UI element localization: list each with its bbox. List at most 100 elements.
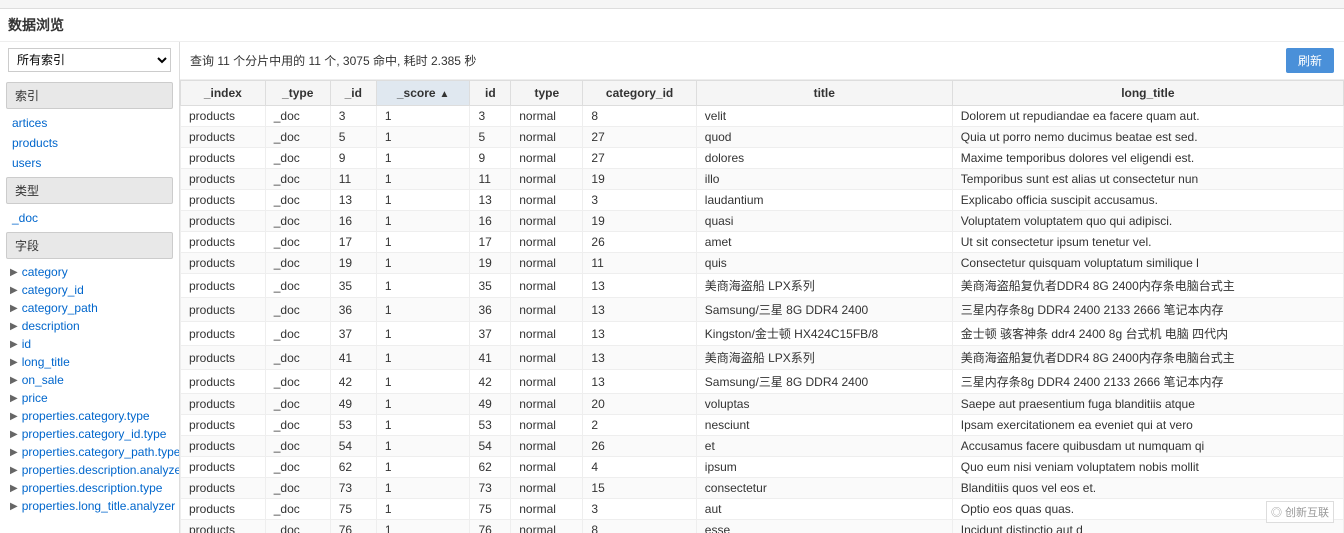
- table-row[interactable]: products_doc36136normal13Samsung/三星 8G D…: [181, 298, 1344, 322]
- table-row[interactable]: products_doc11111normal19illoTemporibus …: [181, 169, 1344, 190]
- table-cell-_index: products: [181, 274, 266, 298]
- table-cell-_id: 53: [330, 415, 376, 436]
- table-cell-_id: 76: [330, 520, 376, 533]
- table-row[interactable]: products_doc13113normal3laudantiumExplic…: [181, 190, 1344, 211]
- table-row[interactable]: products_doc49149normal20voluptasSaepe a…: [181, 394, 1344, 415]
- table-cell-_id: 75: [330, 499, 376, 520]
- table-row[interactable]: products_doc37137normal13Kingston/金士顿 HX…: [181, 322, 1344, 346]
- table-cell-_type: _doc: [265, 211, 330, 232]
- table-row[interactable]: products_doc515normal27quodQuia ut porro…: [181, 127, 1344, 148]
- table-cell-category_id: 3: [583, 190, 696, 211]
- sidebar-field-item[interactable]: ▶properties.category.type: [0, 407, 179, 425]
- sidebar-field-item[interactable]: ▶properties.category_id.type: [0, 425, 179, 443]
- field-arrow-icon: ▶: [10, 483, 18, 494]
- table-cell-category_id: 27: [583, 148, 696, 169]
- table-cell-type: normal: [511, 457, 583, 478]
- table-cell-type: normal: [511, 127, 583, 148]
- table-row[interactable]: products_doc73173normal15consecteturBlan…: [181, 478, 1344, 499]
- table-cell-category_id: 2: [583, 415, 696, 436]
- table-row[interactable]: products_doc17117normal26ametUt sit cons…: [181, 232, 1344, 253]
- table-cell-_type: _doc: [265, 169, 330, 190]
- table-cell-_id: 5: [330, 127, 376, 148]
- table-cell-title: ipsum: [696, 457, 952, 478]
- sidebar-field-item[interactable]: ▶long_title: [0, 353, 179, 371]
- table-row[interactable]: products_doc76176normal8esseIncidunt dis…: [181, 520, 1344, 533]
- sidebar-field-item[interactable]: ▶id: [0, 335, 179, 353]
- table-cell-_score: 1: [376, 298, 470, 322]
- table-cell-type: normal: [511, 346, 583, 370]
- table-cell-id: 42: [470, 370, 511, 394]
- table-cell-_score: 1: [376, 415, 470, 436]
- sidebar-field-item[interactable]: ▶category_path: [0, 299, 179, 317]
- sidebar-index-item[interactable]: artices: [0, 113, 179, 133]
- table-cell-_type: _doc: [265, 394, 330, 415]
- table-cell-long_title: Blanditiis quos vel eos et.: [952, 478, 1343, 499]
- table-cell-title: 美商海盗船 LPX系列: [696, 274, 952, 298]
- table-cell-_score: 1: [376, 322, 470, 346]
- table-cell-id: 3: [470, 106, 511, 127]
- table-cell-long_title: Ipsam exercitationem ea eveniet qui at v…: [952, 415, 1343, 436]
- table-cell-_index: products: [181, 520, 266, 533]
- table-cell-long_title: Quia ut porro nemo ducimus beatae est se…: [952, 127, 1343, 148]
- table-row[interactable]: products_doc919normal27doloresMaxime tem…: [181, 148, 1344, 169]
- table-cell-title: aut: [696, 499, 952, 520]
- table-cell-title: quis: [696, 253, 952, 274]
- table-row[interactable]: products_doc62162normal4ipsumQuo eum nis…: [181, 457, 1344, 478]
- table-row[interactable]: products_doc313normal8velitDolorem ut re…: [181, 106, 1344, 127]
- table-cell-_index: products: [181, 436, 266, 457]
- table-row[interactable]: products_doc54154normal26etAccusamus fac…: [181, 436, 1344, 457]
- sidebar-field-item[interactable]: ▶properties.long_title.analyzer: [0, 497, 179, 515]
- table-header-_index[interactable]: _index: [181, 81, 266, 106]
- sidebar-type-item[interactable]: _doc: [0, 208, 179, 228]
- sidebar-field-item[interactable]: ▶on_sale: [0, 371, 179, 389]
- sidebar-field-item[interactable]: ▶properties.description.analyzer: [0, 461, 179, 479]
- sidebar-field-item[interactable]: ▶properties.category_path.type: [0, 443, 179, 461]
- table-header-type[interactable]: type: [511, 81, 583, 106]
- table-container[interactable]: _index_type_id_score▲idtypecategory_idti…: [180, 80, 1344, 533]
- table-header-row: _index_type_id_score▲idtypecategory_idti…: [181, 81, 1344, 106]
- table-cell-type: normal: [511, 370, 583, 394]
- table-cell-_type: _doc: [265, 415, 330, 436]
- table-cell-_id: 73: [330, 478, 376, 499]
- sidebar-field-item[interactable]: ▶category: [0, 263, 179, 281]
- sidebar-field-item[interactable]: ▶price: [0, 389, 179, 407]
- sidebar-field-item[interactable]: ▶properties.description.type: [0, 479, 179, 497]
- sidebar-index-item[interactable]: users: [0, 153, 179, 173]
- index-select[interactable]: 所有索引: [8, 48, 171, 72]
- table-header-id[interactable]: id: [470, 81, 511, 106]
- table-cell-type: normal: [511, 190, 583, 211]
- table-row[interactable]: products_doc41141normal13美商海盗船 LPX系列美商海盗…: [181, 346, 1344, 370]
- table-header-_score[interactable]: _score▲: [376, 81, 470, 106]
- table-row[interactable]: products_doc53153normal2nesciuntIpsam ex…: [181, 415, 1344, 436]
- table-header-_id[interactable]: _id: [330, 81, 376, 106]
- table-cell-_type: _doc: [265, 274, 330, 298]
- table-cell-_id: 17: [330, 232, 376, 253]
- table-cell-_score: 1: [376, 478, 470, 499]
- table-cell-long_title: Explicabo officia suscipit accusamus.: [952, 190, 1343, 211]
- table-header-title[interactable]: title: [696, 81, 952, 106]
- table-cell-_type: _doc: [265, 148, 330, 169]
- table-cell-_index: products: [181, 298, 266, 322]
- table-row[interactable]: products_doc42142normal13Samsung/三星 8G D…: [181, 370, 1344, 394]
- sidebar-field-item[interactable]: ▶description: [0, 317, 179, 335]
- sort-arrow-icon: ▲: [440, 89, 450, 100]
- refresh-button[interactable]: 刷新: [1286, 48, 1334, 73]
- sidebar-field-item[interactable]: ▶category_id: [0, 281, 179, 299]
- table-cell-_type: _doc: [265, 253, 330, 274]
- table-header-_type[interactable]: _type: [265, 81, 330, 106]
- table-cell-type: normal: [511, 394, 583, 415]
- table-row[interactable]: products_doc16116normal19quasiVoluptatem…: [181, 211, 1344, 232]
- table-cell-_score: 1: [376, 169, 470, 190]
- table-row[interactable]: products_doc75175normal3autOptio eos qua…: [181, 499, 1344, 520]
- table-header-category_id[interactable]: category_id: [583, 81, 696, 106]
- table-cell-id: 54: [470, 436, 511, 457]
- table-row[interactable]: products_doc35135normal13美商海盗船 LPX系列美商海盗…: [181, 274, 1344, 298]
- table-row[interactable]: products_doc19119normal11quisConsectetur…: [181, 253, 1344, 274]
- table-header-long_title[interactable]: long_title: [952, 81, 1343, 106]
- table-cell-category_id: 20: [583, 394, 696, 415]
- table-cell-title: voluptas: [696, 394, 952, 415]
- table-cell-_index: products: [181, 148, 266, 169]
- field-items-container: ▶category▶category_id▶category_path▶desc…: [0, 263, 179, 515]
- table-cell-id: 19: [470, 253, 511, 274]
- sidebar-index-item[interactable]: products: [0, 133, 179, 153]
